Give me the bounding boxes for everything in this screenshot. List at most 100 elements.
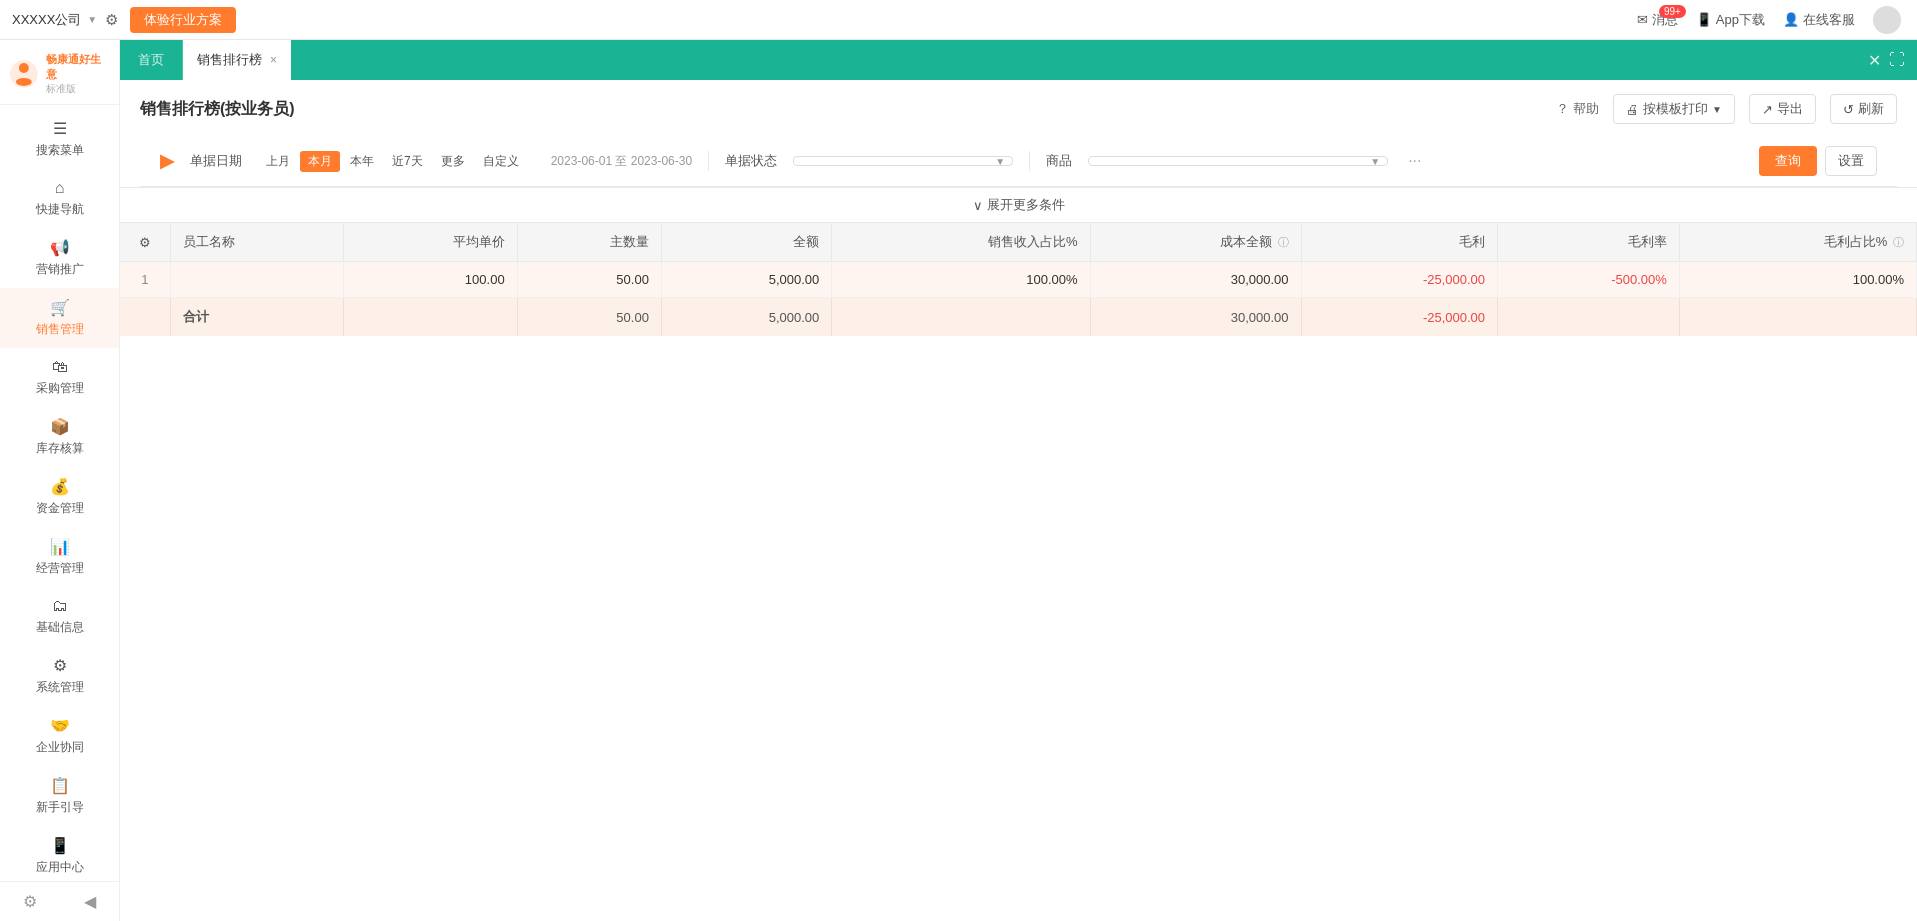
cell-name <box>170 262 344 298</box>
sidebar-item-finance[interactable]: 💰 资金管理 <box>0 467 119 527</box>
profit-pct-label: 毛利占比% <box>1824 234 1888 249</box>
tab-bar: 首页 销售排行榜 × ✕ ⛶ <box>120 40 1917 80</box>
sales-icon: 🛒 <box>50 298 70 317</box>
svg-point-1 <box>19 63 29 73</box>
date-tab-last-7days[interactable]: 近7天 <box>384 151 431 172</box>
message-icon: ✉ <box>1637 12 1648 27</box>
tab-home-label: 首页 <box>138 51 164 69</box>
goods-more-icon[interactable]: ··· <box>1408 152 1421 170</box>
search-menu-icon: ☰ <box>53 119 67 138</box>
sidebar-item-marketing[interactable]: 📢 营销推广 <box>0 228 119 288</box>
sidebar-label-purchase: 采购管理 <box>36 380 84 397</box>
settings-icon[interactable]: ⚙ <box>105 11 118 29</box>
sidebar-item-sales[interactable]: 🛒 销售管理 <box>0 288 119 348</box>
filter-expand-arrow[interactable]: ▶ <box>160 150 174 172</box>
profit-pct-info-icon[interactable]: ⓘ <box>1893 236 1904 248</box>
sidebar-item-system[interactable]: ⚙ 系统管理 <box>0 646 119 706</box>
print-dropdown-icon: ▼ <box>1712 104 1722 115</box>
query-button[interactable]: 查询 <box>1759 146 1817 176</box>
col-header-settings[interactable]: ⚙ <box>120 223 170 262</box>
footer-qty: 50.00 <box>517 298 661 337</box>
col-header-avg-price: 平均单价 <box>344 223 518 262</box>
sidebar-nav: ☰ 搜索菜单 ⌂ 快捷导航 📢 营销推广 🛒 销售管理 🛍 采购管理 📦 库 <box>0 105 119 881</box>
sidebar-item-purchase[interactable]: 🛍 采购管理 <box>0 348 119 407</box>
page-title: 销售排行榜(按业务员) <box>140 99 295 120</box>
export-label: 导出 <box>1777 100 1803 118</box>
top-right-area: ✉ 消息 99+ 📱 App下载 👤 在线客服 <box>1637 6 1905 34</box>
sidebar-item-guide[interactable]: 📋 新手引导 <box>0 766 119 826</box>
online-service-btn[interactable]: 👤 在线客服 <box>1783 11 1855 29</box>
sidebar-item-app-center[interactable]: 📱 应用中心 <box>0 826 119 881</box>
col-header-profit: 毛利 <box>1301 223 1497 262</box>
expand-row: ∨ 展开更多条件 <box>120 188 1917 223</box>
status-select-wrapper: ▼ <box>793 156 1013 166</box>
status-select[interactable] <box>793 156 1013 166</box>
page-title-row: 销售排行榜(按业务员) ？ 帮助 🖨 按模板打印 ▼ ↗ <box>140 94 1897 124</box>
user-avatar-area[interactable] <box>1873 6 1905 34</box>
chevron-down-icon: ▼ <box>87 14 97 25</box>
app-icon: 📱 <box>1696 12 1712 27</box>
sidebar-item-operations[interactable]: 📊 经营管理 <box>0 527 119 587</box>
date-label: 单据日期 <box>190 152 242 170</box>
col-settings-icon: ⚙ <box>139 235 151 250</box>
date-tab-custom[interactable]: 自定义 <box>475 151 527 172</box>
export-icon: ↗ <box>1762 102 1773 117</box>
tab-close-window-icon[interactable]: ✕ <box>1868 51 1881 70</box>
cell-cost: 30,000.00 <box>1090 262 1301 298</box>
tab-maximize-icon[interactable]: ⛶ <box>1889 51 1905 69</box>
company-selector[interactable]: XXXXX公司 ▼ <box>12 11 97 29</box>
sidebar-label-basic: 基础信息 <box>36 619 84 636</box>
sidebar-label-system: 系统管理 <box>36 679 84 696</box>
date-tab-this-month[interactable]: 本月 <box>300 151 340 172</box>
sidebar-item-search-order[interactable]: ☰ 搜索菜单 <box>0 109 119 169</box>
company-name: XXXXX公司 <box>12 11 81 29</box>
expand-label: 展开更多条件 <box>987 196 1065 214</box>
tab-close-icon[interactable]: × <box>270 53 277 67</box>
inventory-icon: 📦 <box>50 417 70 436</box>
sidebar-item-quick-nav[interactable]: ⌂ 快捷导航 <box>0 169 119 228</box>
content-area: 首页 销售排行榜 × ✕ ⛶ 销售排行榜(按业务员) ？ 帮助 <box>120 40 1917 921</box>
tab-sales-ranking[interactable]: 销售排行榜 × <box>183 40 291 80</box>
expand-conditions-button[interactable]: ∨ 展开更多条件 <box>973 196 1065 214</box>
table-header-row: ⚙ 员工名称 平均单价 主数量 全额 销售收入占比% 成本全额 ⓘ 毛利 <box>120 223 1917 262</box>
sidebar-item-enterprise[interactable]: 🤝 企业协同 <box>0 706 119 766</box>
help-icon: ？ <box>1556 100 1569 118</box>
sidebar-label-appcenter: 应用中心 <box>36 859 84 876</box>
date-tab-this-year[interactable]: 本年 <box>342 151 382 172</box>
date-tab-last-month[interactable]: 上月 <box>258 151 298 172</box>
logo-text: 畅康通好生意 标准版 <box>46 52 111 96</box>
col-header-profit-rate: 毛利率 <box>1498 223 1680 262</box>
print-label: 按模板打印 <box>1643 100 1708 118</box>
sidebar-collapse-icon[interactable]: ◀ <box>84 892 96 911</box>
tab-home[interactable]: 首页 <box>120 40 183 80</box>
sidebar-settings-icon[interactable]: ⚙ <box>23 892 37 911</box>
trial-button[interactable]: 体验行业方案 <box>130 7 236 33</box>
export-button[interactable]: ↗ 导出 <box>1749 94 1816 124</box>
app-download-btn[interactable]: 📱 App下载 <box>1696 11 1765 29</box>
sidebar-label-quicknav: 快捷导航 <box>36 201 84 218</box>
cell-rank: 1 <box>120 262 170 298</box>
print-button[interactable]: 🖨 按模板打印 ▼ <box>1613 94 1735 124</box>
goods-select[interactable] <box>1088 156 1388 166</box>
sidebar-bottom: ⚙ ◀ <box>0 881 119 921</box>
date-tab-more[interactable]: 更多 <box>433 151 473 172</box>
sidebar: 畅康通好生意 标准版 ☰ 搜索菜单 ⌂ 快捷导航 📢 营销推广 🛒 销售管理 <box>0 40 120 921</box>
filter-bar: ▶ 单据日期 上月 本月 本年 近7天 更多 自定义 2023-06-01 至 … <box>140 136 1897 187</box>
logo-icon <box>8 58 40 90</box>
status-label: 单据状态 <box>725 152 777 170</box>
operations-icon: 📊 <box>50 537 70 556</box>
sidebar-item-inventory[interactable]: 📦 库存核算 <box>0 407 119 467</box>
cost-info-icon[interactable]: ⓘ <box>1278 236 1289 248</box>
sidebar-label-finance: 资金管理 <box>36 500 84 517</box>
tab-active-label: 销售排行榜 <box>197 51 262 69</box>
guide-icon: 📋 <box>50 776 70 795</box>
message-badge[interactable]: ✉ 消息 99+ <box>1637 11 1678 29</box>
help-button[interactable]: ？ 帮助 <box>1556 100 1599 118</box>
help-label: 帮助 <box>1573 100 1599 118</box>
settings-button[interactable]: 设置 <box>1825 146 1877 176</box>
refresh-button[interactable]: ↺ 刷新 <box>1830 94 1897 124</box>
footer-amount: 5,000.00 <box>661 298 831 337</box>
online-service-label: 在线客服 <box>1803 11 1855 29</box>
sidebar-item-basic-info[interactable]: 🗂 基础信息 <box>0 587 119 646</box>
footer-profit: -25,000.00 <box>1301 298 1497 337</box>
